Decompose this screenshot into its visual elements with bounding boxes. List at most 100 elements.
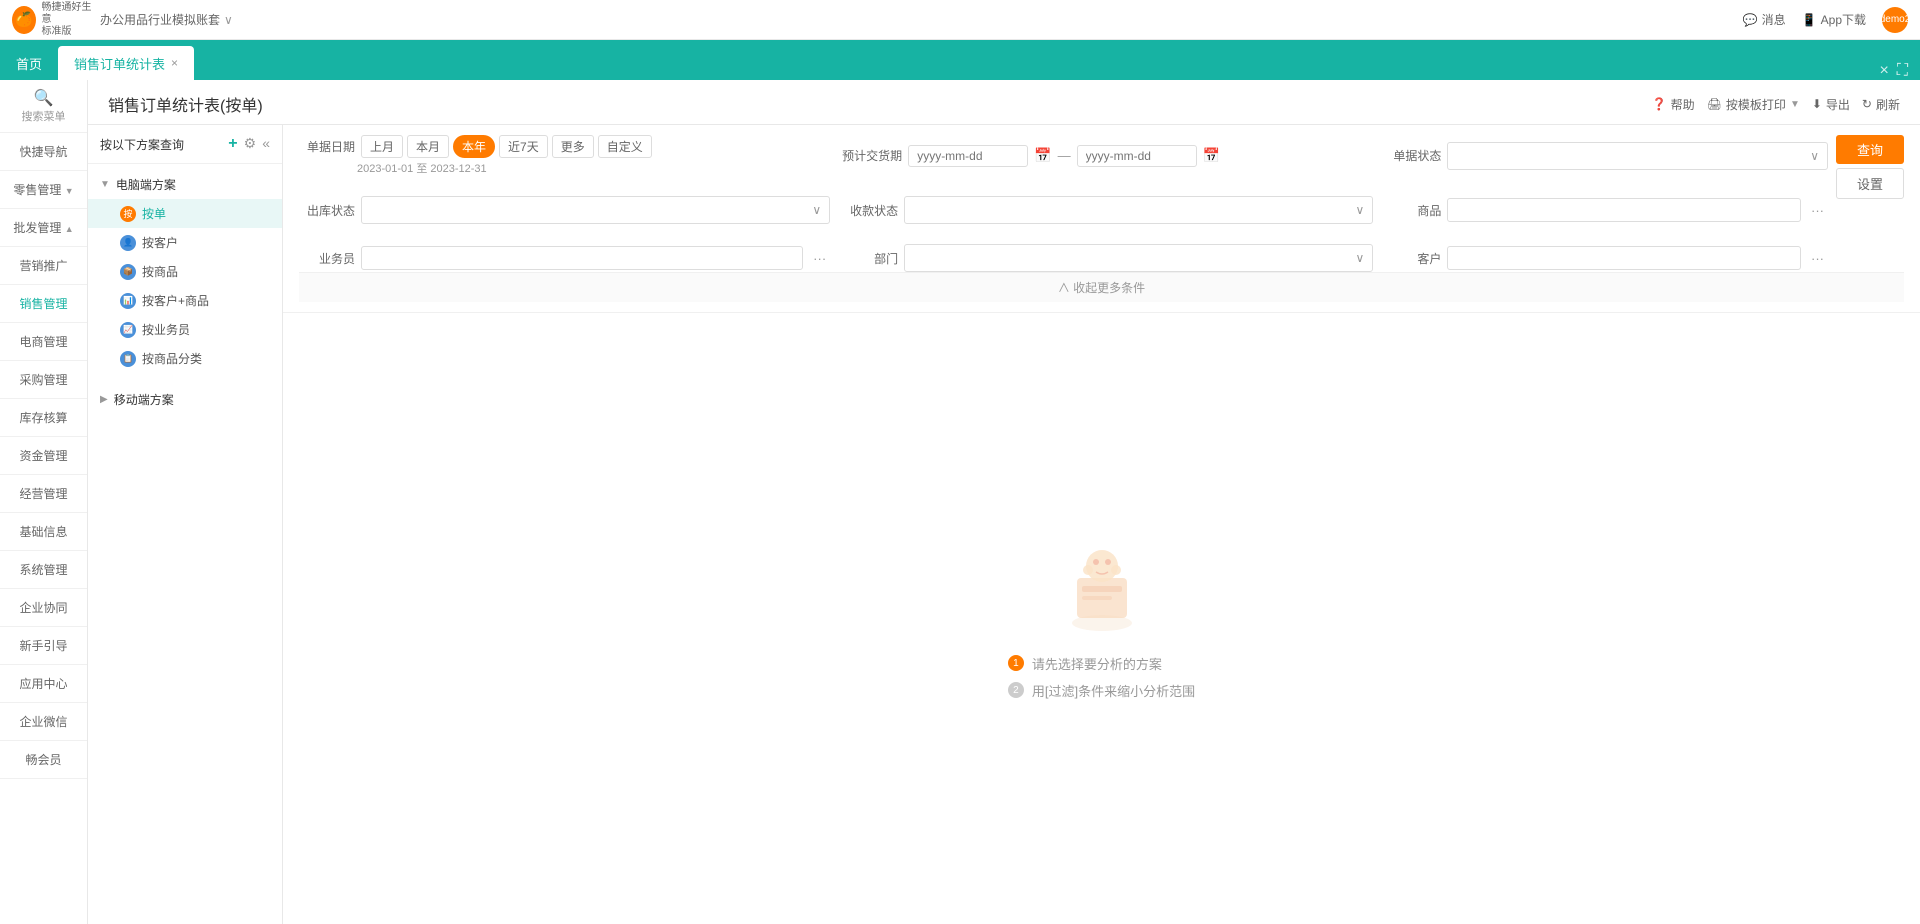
tab-close-icon[interactable]: × (171, 56, 178, 70)
tip-1-text: 请先选择要分析的方案 (1032, 654, 1162, 673)
message-button[interactable]: 💬 消息 (1743, 11, 1786, 28)
logo-area: 🍊 畅捷通好生意 标准版 (12, 2, 92, 38)
salesperson-label: 业务员 (299, 250, 355, 267)
logo-icon: 🍊 (12, 6, 36, 34)
sidebar-item-app-center[interactable]: 应用中心 (0, 665, 87, 703)
left-panel-collapse-icon[interactable]: « (262, 135, 270, 153)
right-panel: 单据日期 上月 本月 本年 近7天 更多 自定义 (283, 125, 1920, 924)
expected-date-end-input[interactable] (1077, 145, 1197, 167)
sidebar-item-ecommerce[interactable]: 电商管理 (0, 323, 87, 361)
window-close-button[interactable]: × (1879, 62, 1888, 80)
sidebar-item-search-menu[interactable]: 🔍 搜索菜单 (0, 80, 87, 133)
sidebar-item-retail[interactable]: 零售管理 ▼ (0, 171, 87, 209)
sidebar-item-enterprise-wechat[interactable]: 企业微信 (0, 703, 87, 741)
date-quick-buttons: 上月 本月 本年 近7天 更多 自定义 (361, 135, 652, 158)
status-arrow-icon: ∨ (1810, 149, 1819, 163)
sidebar-item-marketing[interactable]: 营销推广 (0, 247, 87, 285)
main-layout: 🔍 搜索菜单 快捷导航 零售管理 ▼ 批发管理 ▲ 营销推广 销售管理 电商管理… (0, 80, 1920, 924)
department-arrow-icon: ∨ (1356, 251, 1365, 265)
sidebar-item-basic-info[interactable]: 基础信息 (0, 513, 87, 551)
this-month-button[interactable]: 本月 (407, 135, 449, 158)
scheme-icon-by-customer: 👤 (120, 235, 136, 251)
scheme-icon-by-salesperson: 📈 (120, 322, 136, 338)
more-date-button[interactable]: 更多 (552, 135, 594, 158)
logo-text: 畅捷通好生意 标准版 (42, 2, 92, 38)
customer-input[interactable] (1447, 246, 1801, 270)
sidebar-item-operation[interactable]: 经营管理 (0, 475, 87, 513)
left-panel-settings-icon[interactable]: ⚙ (244, 135, 257, 153)
product-input[interactable] (1447, 198, 1801, 222)
tip-1-number: 1 (1008, 655, 1024, 671)
sidebar-item-newbie[interactable]: 新手引导 (0, 627, 87, 665)
salesperson-input[interactable] (361, 246, 803, 270)
top-right-actions: 💬 消息 📱 App下载 demo2 (1743, 7, 1908, 33)
out-status-label: 出库状态 (299, 202, 355, 219)
sidebar-item-enterprise[interactable]: 企业协同 (0, 589, 87, 627)
scheme-item-by-customer-product[interactable]: 📊 按客户+商品 (88, 286, 282, 315)
out-status-select[interactable]: ∨ (361, 196, 830, 224)
template-print-button[interactable]: 🖨 按模板打印 ▼ (1707, 96, 1800, 113)
scheme-icon-by-category: 📋 (120, 351, 136, 367)
scheme-group-mobile-header[interactable]: ▶ 移动端方案 (88, 385, 282, 414)
customer-dots[interactable]: ··· (1807, 251, 1828, 266)
left-panel-add-icon[interactable]: + (228, 135, 237, 153)
this-year-button[interactable]: 本年 (453, 135, 495, 158)
page-actions: ❓ 帮助 🖨 按模板打印 ▼ ⬇ 导出 ↻ 刷新 (1652, 96, 1900, 113)
scheme-item-by-customer[interactable]: 👤 按客户 (88, 228, 282, 257)
left-panel-header: 按以下方案查询 + ⚙ « (88, 125, 282, 164)
app-download-icon: 📱 (1802, 13, 1817, 27)
sidebar-item-inventory[interactable]: 库存核算 (0, 399, 87, 437)
export-button[interactable]: ⬇ 导出 (1812, 96, 1850, 113)
out-status-arrow-icon: ∨ (812, 203, 821, 217)
empty-tips: 1 请先选择要分析的方案 2 用[过滤]条件来缩小分析范围 (1008, 654, 1195, 700)
scheme-item-by-salesperson[interactable]: 📈 按业务员 (88, 315, 282, 344)
inner-layout: 按以下方案查询 + ⚙ « ▼ 电脑端方案 按 按单 (88, 125, 1920, 924)
tab-sales-order[interactable]: 销售订单统计表 × (58, 46, 194, 80)
scheme-item-by-product[interactable]: 📦 按商品 (88, 257, 282, 286)
printer-icon: 🖨 (1707, 97, 1722, 111)
sidebar-item-member[interactable]: 畅会员 (0, 741, 87, 779)
last-7-days-button[interactable]: 近7天 (499, 135, 548, 158)
scheme-icon-by-customer-product: 📊 (120, 293, 136, 309)
salesperson-dots[interactable]: ··· (809, 251, 830, 266)
sidebar-item-finance[interactable]: 资金管理 (0, 437, 87, 475)
tab-bar-window-controls: × ⛶ (1879, 62, 1920, 80)
expected-date-label: 预计交货期 (842, 147, 902, 164)
product-dots[interactable]: ··· (1807, 203, 1828, 218)
user-avatar-area[interactable]: demo2 (1882, 7, 1908, 33)
scheme-group-desktop-header[interactable]: ▼ 电脑端方案 (88, 170, 282, 199)
scheme-item-by-order[interactable]: 按 按单 (88, 199, 282, 228)
help-button[interactable]: ❓ 帮助 (1652, 96, 1695, 113)
breadcrumb-arrow-icon[interactable]: ∨ (224, 13, 233, 27)
tab-bar: 首页 销售订单统计表 × × ⛶ (0, 40, 1920, 80)
left-panel-icons: + ⚙ « (228, 135, 270, 153)
scheme-group-mobile-label: 移动端方案 (114, 391, 174, 408)
date-start-calendar-icon[interactable]: 📅 (1034, 147, 1051, 164)
sidebar-item-system[interactable]: 系统管理 (0, 551, 87, 589)
page-header: 销售订单统计表(按单) ❓ 帮助 🖨 按模板打印 ▼ ⬇ 导出 ↻ 刷新 (88, 80, 1920, 125)
refresh-button[interactable]: ↻ 刷新 (1862, 96, 1900, 113)
scheme-item-by-category[interactable]: 📋 按商品分类 (88, 344, 282, 373)
collapse-more-conditions-button[interactable]: ∧ 收起更多条件 (299, 272, 1904, 302)
status-select[interactable]: ∨ (1447, 142, 1828, 170)
date-end-calendar-icon[interactable]: 📅 (1203, 147, 1220, 164)
empty-illustration (1052, 538, 1152, 638)
payment-status-select[interactable]: ∨ (904, 196, 1373, 224)
tab-home[interactable]: 首页 (0, 46, 58, 80)
query-button[interactable]: 查询 (1836, 135, 1904, 164)
empty-state: 1 请先选择要分析的方案 2 用[过滤]条件来缩小分析范围 (283, 313, 1920, 924)
sidebar-item-sales[interactable]: 销售管理 (0, 285, 87, 323)
sidebar-item-purchase[interactable]: 采购管理 (0, 361, 87, 399)
custom-date-button[interactable]: 自定义 (598, 135, 652, 158)
expected-date-start-input[interactable] (908, 145, 1028, 167)
settings-button[interactable]: 设置 (1836, 168, 1904, 199)
app-download-button[interactable]: 📱 App下载 (1802, 11, 1866, 28)
last-month-button[interactable]: 上月 (361, 135, 403, 158)
sidebar-item-quick-nav[interactable]: 快捷导航 (0, 133, 87, 171)
template-print-arrow-icon: ▼ (1790, 99, 1800, 110)
window-expand-button[interactable]: ⛶ (1897, 62, 1908, 80)
sidebar-item-wholesale[interactable]: 批发管理 ▲ (0, 209, 87, 247)
empty-tip-1: 1 请先选择要分析的方案 (1008, 654, 1195, 673)
department-select[interactable]: ∨ (904, 244, 1373, 272)
tip-2-number: 2 (1008, 682, 1024, 698)
